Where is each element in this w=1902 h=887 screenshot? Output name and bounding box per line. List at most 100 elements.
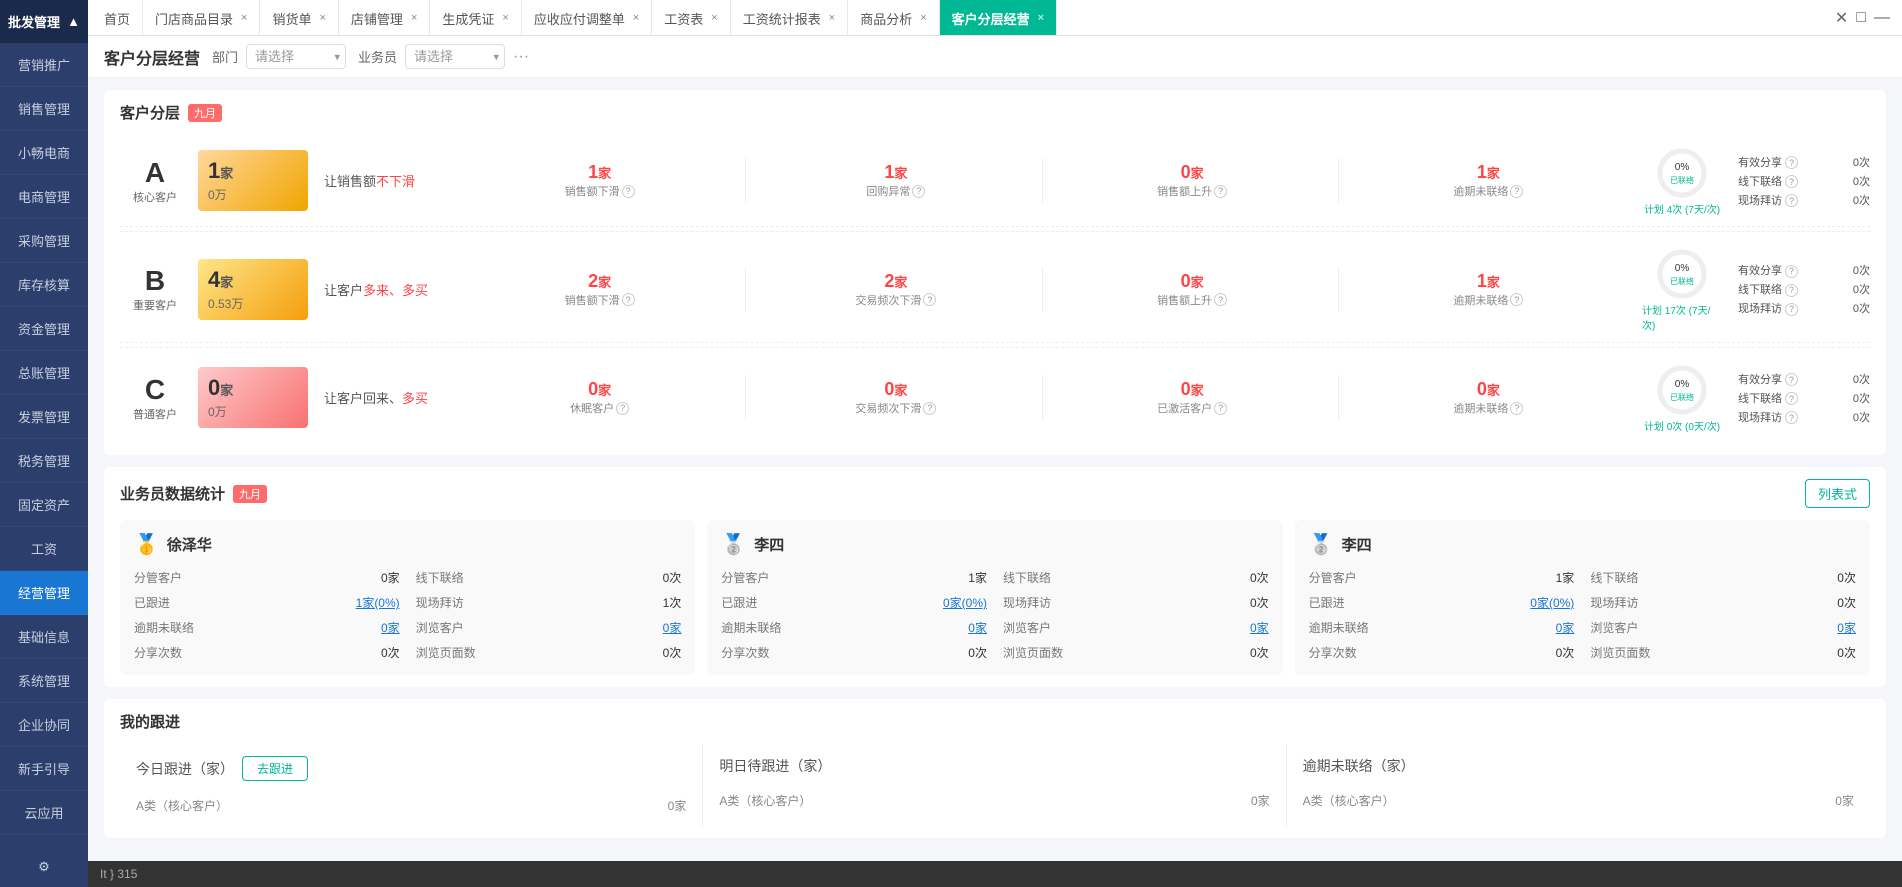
circle-svg: 0% 已联络 bbox=[1654, 362, 1710, 418]
tier-suggestion-B: 让客户多来、多买 bbox=[316, 280, 446, 299]
staff-name: 徐泽华 bbox=[167, 534, 212, 555]
staff-stat-row: 分管客户1家 bbox=[1309, 567, 1575, 588]
sidebar-item-企业协同[interactable]: 企业协同 bbox=[0, 703, 88, 747]
tab-生成凭证[interactable]: 生成凭证× bbox=[430, 0, 521, 36]
sidebar-item-发票管理[interactable]: 发票管理 bbox=[0, 395, 88, 439]
sidebar-item-经营管理[interactable]: 经营管理 bbox=[0, 571, 88, 615]
list-view-btn[interactable]: 列表式 bbox=[1805, 479, 1870, 508]
tab-应收应付调整单[interactable]: 应收应付调整单× bbox=[522, 0, 652, 36]
stat-item: 1家逾期未联络 ? bbox=[1343, 158, 1634, 203]
tier-rows: A核心客户1家0万让销售额不下滑1家销售额下滑 ?1家回购异常 ?0家销售额上升… bbox=[120, 135, 1870, 443]
staff-medal: 🥈 bbox=[721, 532, 746, 557]
tab-商品分析[interactable]: 商品分析× bbox=[848, 0, 939, 36]
staff-grid: 🥇徐泽华分管客户0家线下联络0次已跟进1家(0%)现场拜访1次逾期未联络0家浏览… bbox=[120, 520, 1870, 675]
sidebar-item-小畅电商[interactable]: 小畅电商 bbox=[0, 131, 88, 175]
staff-stat-row: 现场拜访1次 bbox=[416, 592, 682, 613]
follow-overdue-a-label: A类（核心客户） bbox=[1303, 792, 1395, 809]
follow-row-label: A类（核心客户） bbox=[136, 797, 228, 814]
sidebar-item-总账管理[interactable]: 总账管理 bbox=[0, 351, 88, 395]
circle-svg: 0% 已联络 bbox=[1654, 246, 1710, 302]
tier-circle-A: 0% 已联络 计划 4次 (7天/次) bbox=[1642, 145, 1722, 216]
tab-close-icon[interactable]: × bbox=[711, 12, 717, 24]
stat-item: 1家销售额下滑 ? bbox=[454, 158, 746, 203]
tab-close-icon[interactable]: × bbox=[633, 12, 639, 24]
staff-card-1: 🥈李四分管客户1家线下联络0次已跟进0家(0%)现场拜访0次逾期未联络0家浏览客… bbox=[707, 520, 1282, 675]
sidebar-item-税务管理[interactable]: 税务管理 bbox=[0, 439, 88, 483]
circle-svg: 0% 已联络 bbox=[1654, 145, 1710, 201]
staff-stat-row: 分享次数0次 bbox=[134, 642, 400, 663]
sidebar-item-销售管理[interactable]: 销售管理 bbox=[0, 87, 88, 131]
staff-stat-row: 分管客户0家 bbox=[134, 567, 400, 588]
page-header: 客户分层经营 部门 请选择 业务员 请选择 ··· bbox=[88, 36, 1902, 78]
customer-section: 客户分层 九月 A核心客户1家0万让销售额不下滑1家销售额下滑 ?1家回购异常 … bbox=[104, 90, 1886, 455]
follow-tomorrow-a-label: A类（核心客户） bbox=[719, 792, 811, 809]
follow-tomorrow-a-val: 0家 bbox=[1251, 792, 1270, 809]
tier-stats-C: 0家休眠客户 ?0家交易频次下滑 ?0家已激活客户 ?0家逾期未联络 ? bbox=[454, 375, 1634, 420]
svg-text:已联络: 已联络 bbox=[1670, 175, 1694, 185]
tier-label-C: C普通客户 bbox=[120, 374, 190, 422]
tab-close-icon[interactable]: × bbox=[411, 12, 417, 24]
follow-overdue: 逾期未联络（家） A类（核心客户） 0家 bbox=[1287, 744, 1870, 826]
sidebar-item-固定资产[interactable]: 固定资产 bbox=[0, 483, 88, 527]
tier-stats-A: 1家销售额下滑 ?1家回购异常 ?0家销售额上升 ?1家逾期未联络 ? bbox=[454, 158, 1634, 203]
tab-销货单[interactable]: 销货单× bbox=[260, 0, 338, 36]
tier-circle-C: 0% 已联络 计划 0次 (0天/次) bbox=[1642, 362, 1722, 433]
sidebar-item-营销推广[interactable]: 营销推广 bbox=[0, 43, 88, 87]
bottom-bar: It } 315 bbox=[88, 861, 1902, 887]
more-filter-btn[interactable]: ··· bbox=[513, 48, 529, 66]
staff-stat-row: 浏览页面数0次 bbox=[1003, 642, 1269, 663]
staff-stat-row: 浏览页面数0次 bbox=[1590, 642, 1856, 663]
sidebar-items: 营销推广销售管理小畅电商电商管理采购管理库存核算资金管理总账管理发票管理税务管理… bbox=[0, 43, 88, 835]
window-restore-icon[interactable]: □ bbox=[1856, 9, 1866, 27]
stat-item: 2家销售额下滑 ? bbox=[454, 267, 746, 312]
tab-close-icon[interactable]: × bbox=[829, 12, 835, 24]
tab-close-icon[interactable]: × bbox=[1038, 12, 1044, 24]
staff-stat-row: 浏览客户0家 bbox=[1590, 617, 1856, 638]
svg-text:已联络: 已联络 bbox=[1670, 276, 1694, 286]
staff-name: 李四 bbox=[1342, 534, 1372, 555]
sidebar-item-库存核算[interactable]: 库存核算 bbox=[0, 263, 88, 307]
sidebar-settings[interactable]: ⚙ bbox=[0, 847, 88, 887]
dept-select[interactable]: 请选择 bbox=[246, 44, 346, 69]
go-follow-btn[interactable]: 去跟进 bbox=[242, 756, 308, 781]
follow-overdue-title: 逾期未联络（家） bbox=[1303, 756, 1854, 776]
tier-label-B: B重要客户 bbox=[120, 265, 190, 313]
follow-tomorrow-title: 明日待跟进（家） bbox=[719, 756, 1269, 776]
tab-门店商品目录[interactable]: 门店商品目录× bbox=[143, 0, 260, 36]
tab-bar-end[interactable]: ✕ □ — bbox=[1827, 8, 1898, 28]
tab-close-icon[interactable]: × bbox=[319, 12, 325, 24]
staff-card-0: 🥇徐泽华分管客户0家线下联络0次已跟进1家(0%)现场拜访1次逾期未联络0家浏览… bbox=[120, 520, 695, 675]
tab-店铺管理[interactable]: 店铺管理× bbox=[339, 0, 430, 36]
tab-close-icon[interactable]: × bbox=[502, 12, 508, 24]
window-close-icon[interactable]: ✕ bbox=[1835, 8, 1848, 28]
tab-工资统计报表[interactable]: 工资统计报表× bbox=[731, 0, 848, 36]
stat-item: 0家交易频次下滑 ? bbox=[750, 375, 1042, 420]
sidebar-item-工资[interactable]: 工资 bbox=[0, 527, 88, 571]
sidebar-item-基础信息[interactable]: 基础信息 bbox=[0, 615, 88, 659]
tab-工资表[interactable]: 工资表× bbox=[652, 0, 730, 36]
window-minimize-icon[interactable]: — bbox=[1874, 9, 1890, 27]
staff-medal: 🥈 bbox=[1309, 532, 1334, 557]
tier-row-C: C普通客户0家0万让客户回来、多买0家休眠客户 ?0家交易频次下滑 ?0家已激活… bbox=[120, 352, 1870, 443]
tab-首页[interactable]: 首页 bbox=[92, 0, 143, 36]
staff-medal: 🥇 bbox=[134, 532, 159, 557]
staff-stat-row: 分管客户1家 bbox=[721, 567, 987, 588]
sidebar-item-系统管理[interactable]: 系统管理 bbox=[0, 659, 88, 703]
sidebar-toggle-icon[interactable]: ▲ bbox=[67, 14, 80, 29]
tier-stats-B: 2家销售额下滑 ?2家交易频次下滑 ?0家销售额上升 ?1家逾期未联络 ? bbox=[454, 267, 1634, 312]
sidebar-header[interactable]: 批发管理 ▲ bbox=[0, 0, 88, 43]
tab-close-icon[interactable]: × bbox=[920, 12, 926, 24]
stat-item: 0家休眠客户 ? bbox=[454, 375, 746, 420]
follow-grid: 今日跟进（家） 去跟进 A类（核心客户） 0家 明日待跟进（家） A类（核心客户… bbox=[120, 744, 1870, 826]
tabs-container: 首页门店商品目录×销货单×店铺管理×生成凭证×应收应付调整单×工资表×工资统计报… bbox=[92, 0, 1057, 35]
sidebar-item-新手引导[interactable]: 新手引导 bbox=[0, 747, 88, 791]
sidebar-item-云应用[interactable]: 云应用 bbox=[0, 791, 88, 835]
sidebar-item-电商管理[interactable]: 电商管理 bbox=[0, 175, 88, 219]
biz-select[interactable]: 请选择 bbox=[405, 44, 505, 69]
customer-month-badge: 九月 bbox=[188, 104, 222, 122]
sidebar-item-资金管理[interactable]: 资金管理 bbox=[0, 307, 88, 351]
sidebar-item-采购管理[interactable]: 采购管理 bbox=[0, 219, 88, 263]
tab-客户分层经营[interactable]: 客户分层经营× bbox=[940, 0, 1057, 36]
tab-close-icon[interactable]: × bbox=[241, 12, 247, 24]
follow-section-title: 我的跟进 bbox=[120, 711, 180, 732]
